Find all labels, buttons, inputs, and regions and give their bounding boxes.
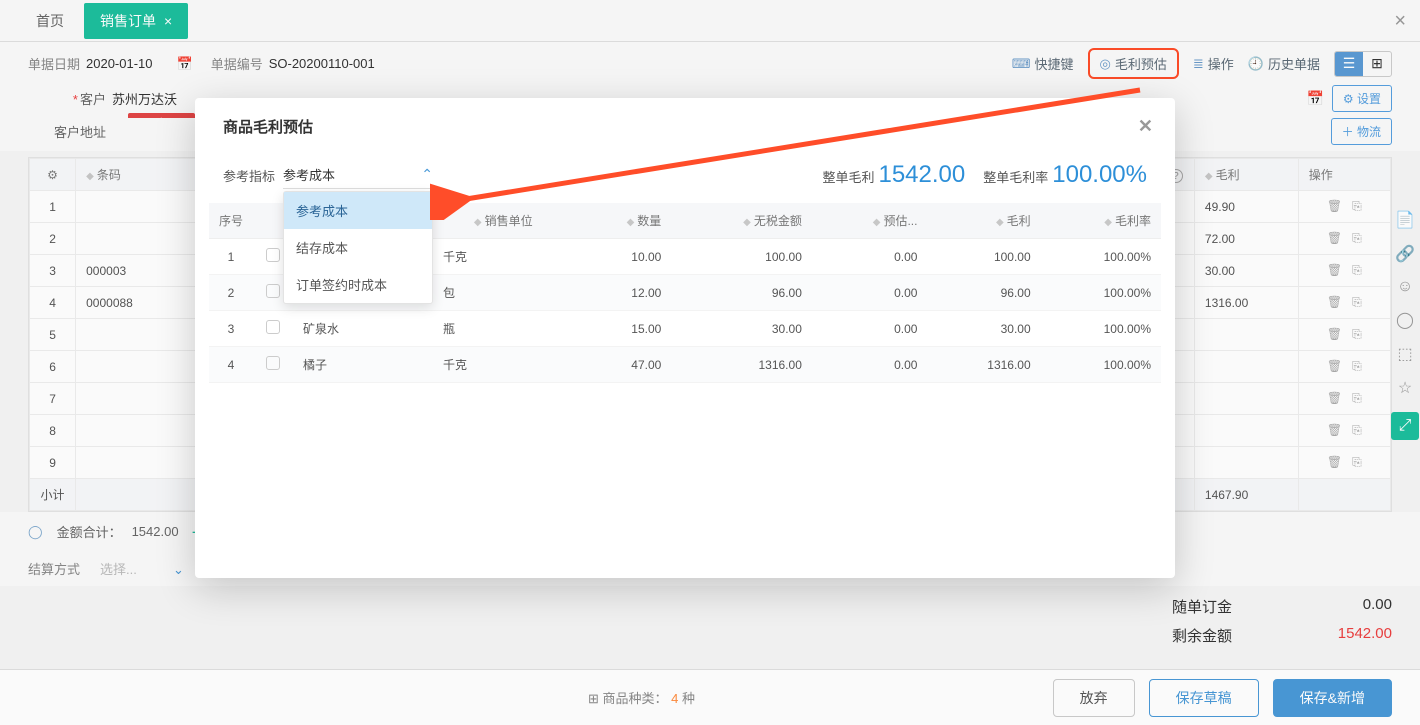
col-profit[interactable]: 毛利	[1007, 214, 1031, 228]
untaxed-cell: 1316.00	[671, 347, 812, 383]
metric-option[interactable]: 参考成本	[284, 192, 432, 229]
qty-cell: 10.00	[574, 239, 672, 275]
unit-cell: 包	[433, 275, 574, 311]
est-cell: 0.00	[812, 311, 928, 347]
unit-cell: 瓶	[433, 311, 574, 347]
rate-cell: 100.00%	[1041, 275, 1161, 311]
metric-label: 参考指标	[223, 166, 275, 185]
col-untaxed[interactable]: 无税金额	[754, 214, 802, 228]
profit-cell: 30.00	[927, 311, 1040, 347]
qty-cell: 15.00	[574, 311, 672, 347]
modal-title: 商品毛利预估	[223, 119, 313, 136]
profit-cell: 1316.00	[927, 347, 1040, 383]
unit-cell: 千克	[433, 347, 574, 383]
total-profit-value: 1542.00	[878, 161, 965, 188]
close-icon[interactable]: ✕	[1138, 116, 1153, 137]
est-cell: 0.00	[812, 275, 928, 311]
profit-cell: 100.00	[927, 239, 1040, 275]
unit-cell: 千克	[433, 239, 574, 275]
col-rate[interactable]: 毛利率	[1115, 214, 1151, 228]
total-profit-label: 整单毛利	[822, 170, 874, 185]
total-rate-label: 整单毛利率	[983, 170, 1048, 185]
total-rate-value: 100.00%	[1052, 161, 1147, 188]
profit-modal: 商品毛利预估 ✕ 参考指标 参考成本 ⌃ 参考成本 结存成本 订单签约时成本 整…	[195, 98, 1175, 578]
row-check[interactable]	[253, 347, 293, 383]
est-cell: 0.00	[812, 347, 928, 383]
chevron-up-icon: ⌃	[421, 166, 433, 183]
row-seq: 4	[209, 347, 253, 383]
col-unit[interactable]: 销售单位	[485, 214, 533, 228]
metric-option[interactable]: 结存成本	[284, 229, 432, 266]
col-qty[interactable]: 数量	[637, 214, 661, 228]
untaxed-cell: 100.00	[671, 239, 812, 275]
product-name: 橘子	[293, 347, 433, 383]
untaxed-cell: 30.00	[671, 311, 812, 347]
col-seq: 序号	[209, 203, 253, 239]
profit-cell: 96.00	[927, 275, 1040, 311]
row-seq: 3	[209, 311, 253, 347]
metric-value: 参考成本	[283, 165, 421, 184]
row-check[interactable]	[253, 311, 293, 347]
rate-cell: 100.00%	[1041, 239, 1161, 275]
est-cell: 0.00	[812, 239, 928, 275]
row-seq: 2	[209, 275, 253, 311]
qty-cell: 12.00	[574, 275, 672, 311]
rate-cell: 100.00%	[1041, 347, 1161, 383]
untaxed-cell: 96.00	[671, 275, 812, 311]
metric-dropdown: 参考成本 结存成本 订单签约时成本	[283, 191, 433, 304]
rate-cell: 100.00%	[1041, 311, 1161, 347]
metric-option[interactable]: 订单签约时成本	[284, 266, 432, 303]
product-name: 矿泉水	[293, 311, 433, 347]
col-est[interactable]: 预估...	[883, 214, 917, 228]
qty-cell: 47.00	[574, 347, 672, 383]
metric-select[interactable]: 参考成本 ⌃ 参考成本 结存成本 订单签约时成本	[283, 161, 433, 189]
row-seq: 1	[209, 239, 253, 275]
